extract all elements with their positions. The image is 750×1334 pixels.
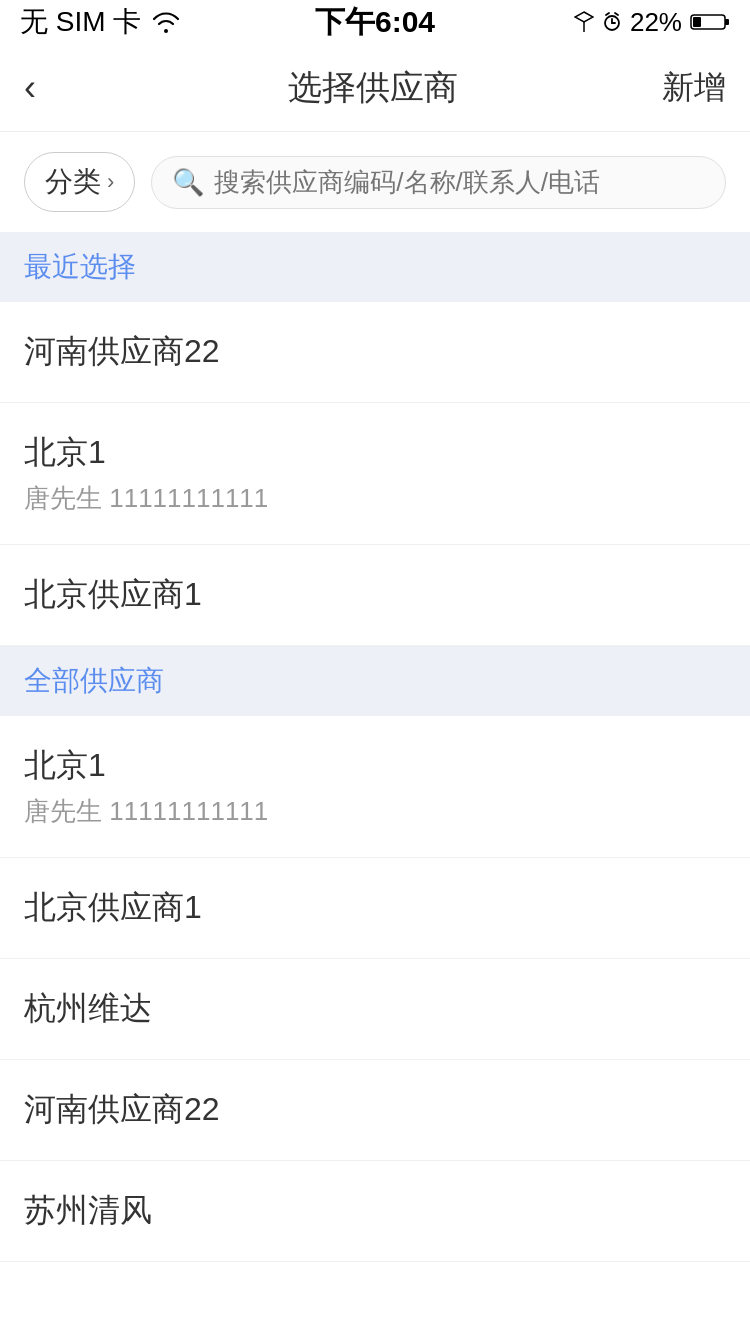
recent-section-label: 最近选择 xyxy=(24,251,136,282)
category-label: 分类 xyxy=(45,163,101,201)
add-button[interactable]: 新增 xyxy=(662,66,726,110)
back-button[interactable]: ‹ xyxy=(24,67,84,109)
alarm-icon xyxy=(602,11,622,33)
status-left: 无 SIM 卡 xyxy=(20,3,181,41)
recent-section-header: 最近选择 xyxy=(0,232,750,302)
battery-icon xyxy=(690,12,730,32)
list-item[interactable]: 河南供应商22 xyxy=(0,1060,750,1161)
battery-percent: 22% xyxy=(630,7,682,38)
page-title: 选择供应商 xyxy=(288,65,458,111)
svg-line-4 xyxy=(606,13,609,15)
wifi-icon xyxy=(151,11,181,33)
item-name: 河南供应商22 xyxy=(24,1088,726,1132)
item-name: 河南供应商22 xyxy=(24,330,726,374)
item-sub: 唐先生 11111111111 xyxy=(24,794,726,829)
list-item[interactable]: 北京1 唐先生 11111111111 xyxy=(0,716,750,858)
svg-rect-8 xyxy=(693,17,701,27)
list-item[interactable]: 苏州清风 xyxy=(0,1161,750,1262)
no-sim-text: 无 SIM 卡 xyxy=(20,3,141,41)
nav-bar: ‹ 选择供应商 新增 xyxy=(0,44,750,132)
location-icon xyxy=(574,11,594,33)
list-item[interactable]: 北京1 唐先生 11111111111 xyxy=(0,403,750,545)
list-item[interactable]: 河南供应商22 xyxy=(0,302,750,403)
svg-line-5 xyxy=(615,13,618,15)
item-name: 杭州维达 xyxy=(24,987,726,1031)
item-sub: 唐先生 11111111111 xyxy=(24,481,726,516)
list-item[interactable]: 北京供应商1 xyxy=(0,545,750,646)
all-list: 北京1 唐先生 11111111111 北京供应商1 杭州维达河南供应商22 苏州清风 xyxy=(0,716,750,1262)
item-name: 北京1 xyxy=(24,431,726,475)
item-name: 北京1 xyxy=(24,744,726,788)
recent-list: 河南供应商22 北京1 唐先生 11111111111 北京供应商1 xyxy=(0,302,750,646)
search-input[interactable] xyxy=(214,167,705,198)
category-button[interactable]: 分类 › xyxy=(24,152,135,212)
svg-rect-7 xyxy=(725,19,729,25)
chevron-right-icon: › xyxy=(107,169,114,195)
filter-bar: 分类 › 🔍 xyxy=(0,132,750,232)
item-name: 北京供应商1 xyxy=(24,886,726,930)
list-item[interactable]: 北京供应商1 xyxy=(0,858,750,959)
all-section-header: 全部供应商 xyxy=(0,646,750,716)
search-box[interactable]: 🔍 xyxy=(151,156,726,209)
search-icon: 🔍 xyxy=(172,167,204,198)
all-section-label: 全部供应商 xyxy=(24,665,164,696)
item-name: 苏州清风 xyxy=(24,1189,726,1233)
list-item[interactable]: 杭州维达 xyxy=(0,959,750,1060)
status-bar: 无 SIM 卡 下午6:04 22% xyxy=(0,0,750,44)
status-right: 22% xyxy=(574,7,730,38)
item-name: 北京供应商1 xyxy=(24,573,726,617)
status-time: 下午6:04 xyxy=(315,2,435,43)
